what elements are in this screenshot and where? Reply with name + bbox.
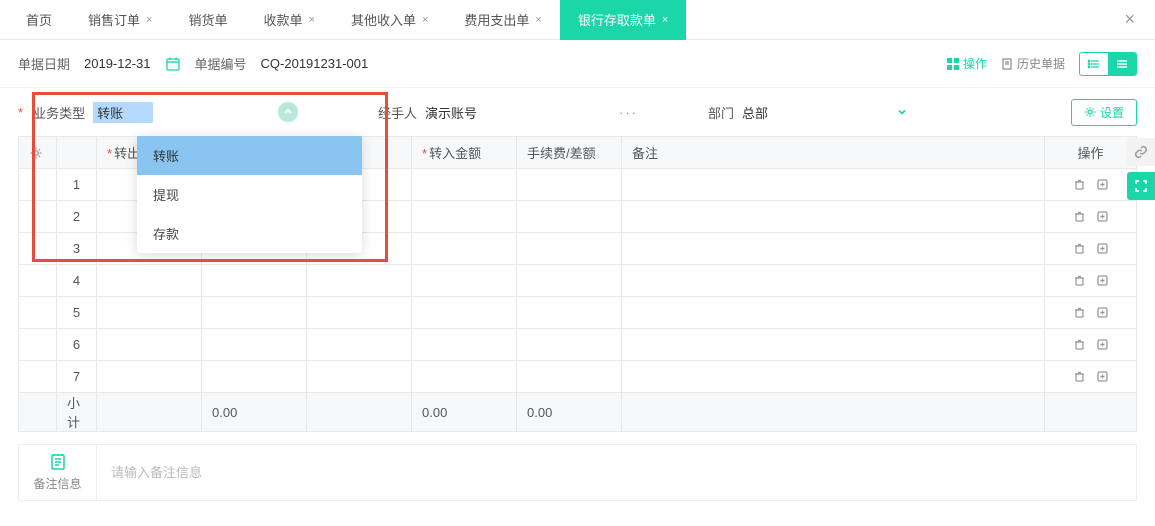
subtotal-in: 0.00 bbox=[412, 393, 517, 432]
compact-view-toggle[interactable] bbox=[1108, 53, 1136, 75]
col-settings[interactable] bbox=[19, 137, 57, 169]
add-row-icon[interactable] bbox=[1096, 338, 1109, 351]
subtotal-out: 0.00 bbox=[202, 393, 307, 432]
view-toggle bbox=[1079, 52, 1137, 76]
table-row[interactable]: 5 bbox=[19, 297, 1137, 329]
delete-icon[interactable] bbox=[1073, 274, 1086, 287]
close-icon[interactable]: × bbox=[146, 14, 152, 26]
remarks-input[interactable] bbox=[97, 445, 1136, 500]
delete-icon[interactable] bbox=[1073, 306, 1086, 319]
doc-icon bbox=[1001, 58, 1013, 70]
tab-expense[interactable]: 费用支出单× bbox=[446, 0, 559, 40]
col-ops: 操作 bbox=[1045, 137, 1137, 169]
close-icon[interactable]: × bbox=[662, 14, 668, 26]
date-label: 单据日期 bbox=[18, 54, 70, 73]
calendar-icon[interactable] bbox=[165, 56, 181, 72]
tab-bar: 首页 销售订单× 销货单 收款单× 其他收入单× 费用支出单× 银行存取款单× … bbox=[0, 0, 1155, 40]
tab-shipment[interactable]: 销货单 bbox=[170, 0, 245, 40]
expand-icon[interactable] bbox=[1127, 172, 1155, 200]
subtotal-fee: 0.00 bbox=[517, 393, 622, 432]
close-all-icon[interactable]: × bbox=[1112, 9, 1147, 30]
table-row[interactable]: 6 bbox=[19, 329, 1137, 361]
date-value[interactable]: 2019-12-31 bbox=[84, 56, 151, 71]
delete-icon[interactable] bbox=[1073, 370, 1086, 383]
delete-icon[interactable] bbox=[1073, 242, 1086, 255]
col-index bbox=[57, 137, 97, 169]
grid-icon bbox=[947, 58, 959, 70]
remarks-section: 备注信息 bbox=[18, 444, 1137, 501]
close-icon[interactable]: × bbox=[309, 14, 315, 26]
add-row-icon[interactable] bbox=[1096, 274, 1109, 287]
settings-button[interactable]: 设置 bbox=[1071, 99, 1137, 126]
tab-receipt[interactable]: 收款单× bbox=[245, 0, 332, 40]
col-remark: 备注 bbox=[622, 137, 1045, 169]
delete-icon[interactable] bbox=[1073, 210, 1086, 223]
biz-type-field: * 业务类型 转账 bbox=[18, 102, 298, 123]
add-row-icon[interactable] bbox=[1096, 242, 1109, 255]
chevron-down-icon[interactable] bbox=[896, 106, 908, 118]
gear-icon bbox=[1084, 106, 1096, 118]
dept-field: 部门 总部 bbox=[708, 103, 908, 122]
delete-icon[interactable] bbox=[1073, 178, 1086, 191]
biz-type-dropdown: 转账 提现 存款 bbox=[137, 136, 362, 253]
close-icon[interactable]: × bbox=[535, 14, 541, 26]
tab-sales-order[interactable]: 销售订单× bbox=[70, 0, 170, 40]
handler-value[interactable]: 演示账号 bbox=[425, 103, 485, 122]
tab-home[interactable]: 首页 bbox=[8, 0, 70, 40]
gear-icon bbox=[29, 146, 46, 160]
required-mark: * bbox=[18, 105, 23, 120]
list-view-toggle[interactable] bbox=[1080, 53, 1108, 75]
handler-label: 经手人 bbox=[378, 103, 417, 122]
more-icon[interactable]: ··· bbox=[619, 105, 638, 120]
history-button[interactable]: 历史单据 bbox=[1001, 55, 1065, 72]
add-row-icon[interactable] bbox=[1096, 306, 1109, 319]
add-row-icon[interactable] bbox=[1096, 210, 1109, 223]
col-fee: 手续费/差额 bbox=[517, 137, 622, 169]
biz-type-value[interactable]: 转账 bbox=[93, 102, 153, 123]
dropdown-option-deposit[interactable]: 存款 bbox=[137, 214, 362, 253]
subtotal-label: 小计 bbox=[57, 393, 97, 432]
dept-value[interactable]: 总部 bbox=[742, 103, 802, 122]
delete-icon[interactable] bbox=[1073, 338, 1086, 351]
doc-no-value: CQ-20191231-001 bbox=[261, 56, 369, 71]
table-row[interactable]: 4 bbox=[19, 265, 1137, 297]
handler-field: 经手人 演示账号 ··· bbox=[378, 103, 638, 122]
chevron-up-icon[interactable] bbox=[278, 102, 298, 122]
col-in-amt: *转入金额 bbox=[412, 137, 517, 169]
subtotal-row: 小计 0.00 0.00 0.00 bbox=[19, 393, 1137, 432]
add-row-icon[interactable] bbox=[1096, 370, 1109, 383]
remarks-tab[interactable]: 备注信息 bbox=[19, 445, 97, 500]
tab-other-income[interactable]: 其他收入单× bbox=[333, 0, 446, 40]
doc-no-label: 单据编号 bbox=[195, 54, 247, 73]
form-bar: 单据日期 2019-12-31 单据编号 CQ-20191231-001 操作 … bbox=[0, 40, 1155, 88]
biz-type-label: 业务类型 bbox=[33, 103, 85, 122]
add-row-icon[interactable] bbox=[1096, 178, 1109, 191]
table-row[interactable]: 7 bbox=[19, 361, 1137, 393]
dropdown-option-transfer[interactable]: 转账 bbox=[137, 136, 362, 175]
dropdown-option-withdraw[interactable]: 提现 bbox=[137, 175, 362, 214]
note-icon bbox=[49, 453, 67, 471]
link-icon[interactable] bbox=[1127, 138, 1155, 166]
tab-bank-transfer[interactable]: 银行存取款单× bbox=[560, 0, 686, 40]
filter-bar: * 业务类型 转账 经手人 演示账号 ··· 部门 总部 设置 bbox=[0, 88, 1155, 136]
side-tools bbox=[1127, 138, 1155, 206]
close-icon[interactable]: × bbox=[422, 14, 428, 26]
dept-label: 部门 bbox=[708, 103, 734, 122]
actions-button[interactable]: 操作 bbox=[947, 55, 987, 72]
